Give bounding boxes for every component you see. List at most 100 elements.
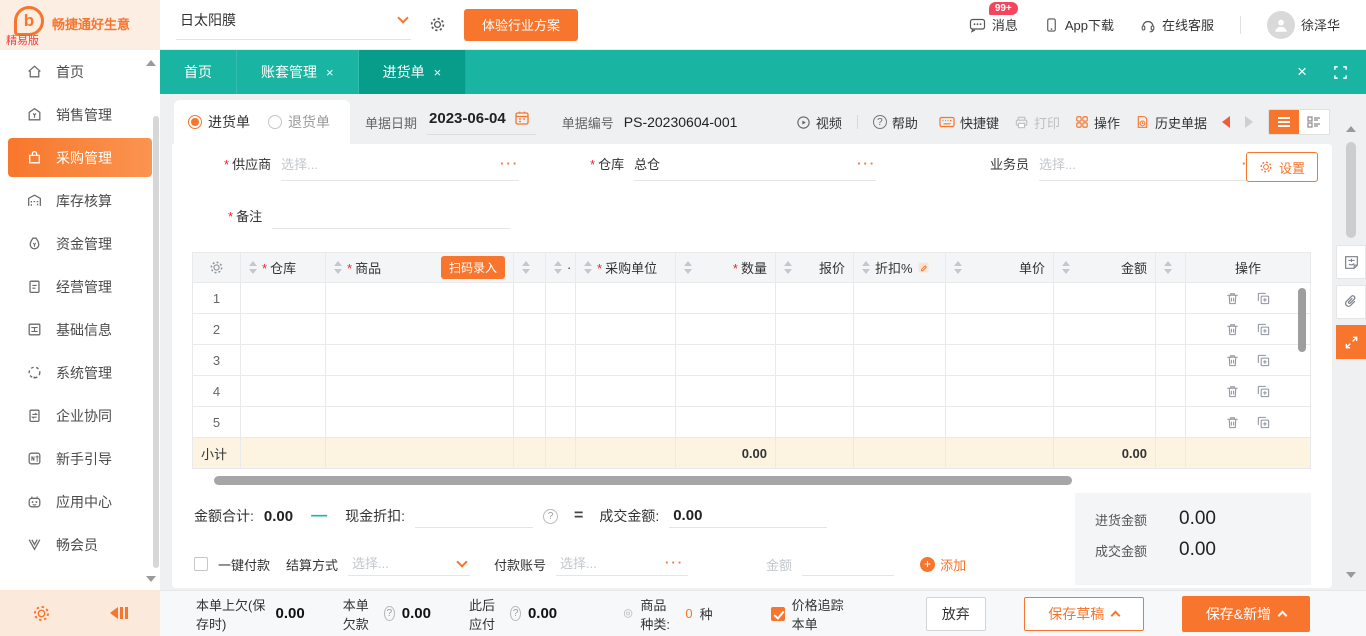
sidebar-item-sales[interactable]: 销售管理: [0, 93, 160, 136]
sidebar-item-operations[interactable]: 经营管理: [0, 265, 160, 308]
sidebar-item-funds[interactable]: 资金管理: [0, 222, 160, 265]
sort-icon[interactable]: [1164, 261, 1173, 274]
sort-icon[interactable]: [1062, 261, 1071, 274]
sidebar-item-base-info[interactable]: 基础信息: [0, 308, 160, 351]
sort-icon[interactable]: [554, 261, 563, 274]
sidebar-item-purchase[interactable]: 采购管理: [8, 138, 152, 177]
table-row[interactable]: 2: [192, 313, 1311, 345]
header-settings-gear-icon[interactable]: [429, 16, 446, 33]
tab-account-management[interactable]: 账套管理 ×: [237, 50, 359, 94]
sidebar-item-guide[interactable]: 新手引导: [0, 437, 160, 480]
tab-purchase-order[interactable]: 进货单 ×: [358, 50, 467, 94]
more-options-icon[interactable]: ···: [665, 555, 684, 570]
copy-row-icon[interactable]: [1256, 291, 1271, 306]
online-support-button[interactable]: 在线客服: [1140, 15, 1214, 34]
more-options-icon[interactable]: ···: [500, 156, 519, 171]
help-button[interactable]: ? 帮助: [872, 113, 918, 132]
radio-return-order[interactable]: 退货单: [268, 112, 330, 132]
print-button[interactable]: 打印: [1014, 113, 1060, 132]
copy-row-icon[interactable]: [1256, 353, 1271, 368]
tab-close-icon[interactable]: ×: [434, 65, 442, 80]
salesman-select[interactable]: 选择... ···: [1039, 154, 1262, 181]
sort-icon[interactable]: [522, 261, 531, 274]
add-payment-button[interactable]: + 添加: [920, 555, 966, 574]
sidebar-scrollbar[interactable]: [153, 116, 159, 568]
table-row[interactable]: 1: [192, 282, 1311, 314]
sort-icon[interactable]: [334, 261, 343, 274]
sidebar-item-inventory[interactable]: 库存核算: [0, 179, 160, 222]
operate-menu-button[interactable]: 操作: [1075, 113, 1120, 132]
scrollbar-thumb[interactable]: [1346, 142, 1356, 238]
prev-record-icon[interactable]: [1222, 116, 1230, 128]
pay-amount-input[interactable]: [802, 552, 895, 576]
remark-input[interactable]: [272, 206, 511, 229]
sidebar-item-home[interactable]: 首页: [0, 50, 160, 93]
shortcut-keys-button[interactable]: 快捷键: [939, 113, 999, 132]
table-vertical-scrollbar[interactable]: [1298, 288, 1306, 352]
tab-close-icon[interactable]: ×: [326, 65, 334, 80]
close-all-tabs-icon[interactable]: ×: [1297, 62, 1307, 82]
sidebar-scroll-up-icon[interactable]: [146, 60, 156, 66]
copy-row-icon[interactable]: [1256, 415, 1271, 430]
scroll-down-icon[interactable]: [1346, 572, 1356, 578]
sidebar-scroll-down-icon[interactable]: [146, 576, 156, 582]
card-layout-toggle[interactable]: [1299, 110, 1329, 134]
app-download-button[interactable]: App下载: [1044, 15, 1114, 34]
sort-icon[interactable]: [584, 261, 593, 274]
video-button[interactable]: 视频: [796, 113, 842, 132]
delete-row-icon[interactable]: [1225, 353, 1240, 368]
supplier-select[interactable]: 选择... ···: [281, 154, 520, 181]
settlement-select[interactable]: 选择...: [348, 552, 471, 576]
sidebar-collapse-icon[interactable]: [110, 607, 128, 619]
copy-row-icon[interactable]: [1256, 384, 1271, 399]
history-orders-button[interactable]: 历史单据: [1135, 113, 1207, 132]
list-layout-toggle[interactable]: [1269, 110, 1299, 134]
user-menu[interactable]: 徐泽华: [1266, 10, 1340, 39]
warehouse-select[interactable]: 总仓 ···: [634, 154, 877, 181]
delete-row-icon[interactable]: [1225, 322, 1240, 337]
save-and-new-button[interactable]: 保存&新增: [1181, 595, 1311, 632]
price-track-option[interactable]: 价格追踪本单: [770, 595, 850, 633]
delete-row-icon[interactable]: [1225, 384, 1240, 399]
sidebar-settings-gear-icon[interactable]: [32, 604, 51, 623]
cash-discount-input[interactable]: [414, 504, 533, 528]
more-options-icon[interactable]: ···: [857, 156, 876, 171]
payable-help-icon[interactable]: ?: [510, 606, 521, 621]
save-draft-button[interactable]: 保存草稿: [1023, 596, 1144, 631]
delete-row-icon[interactable]: [1225, 415, 1240, 430]
cash-discount-help-icon[interactable]: ?: [542, 508, 558, 524]
calendar-icon[interactable]: [514, 110, 530, 126]
copy-row-icon[interactable]: [1256, 322, 1271, 337]
trial-industry-plan-button[interactable]: 体验行业方案: [464, 8, 579, 41]
sort-icon[interactable]: [954, 261, 963, 274]
sort-icon[interactable]: [684, 261, 693, 274]
sort-icon[interactable]: [784, 261, 793, 274]
sidebar-item-collaboration[interactable]: 企业协同: [0, 394, 160, 437]
table-row[interactable]: 3: [192, 344, 1311, 376]
date-field[interactable]: 2023-06-04: [427, 110, 536, 135]
delete-row-icon[interactable]: [1225, 291, 1240, 306]
deal-amount-input[interactable]: 0.00: [669, 504, 828, 528]
gear-column-header[interactable]: [192, 252, 241, 283]
sidebar-item-app-center[interactable]: 应用中心: [0, 480, 160, 523]
content-scrollbar[interactable]: [1344, 126, 1358, 578]
next-record-icon[interactable]: [1245, 116, 1253, 128]
sidebar-item-system[interactable]: 系统管理: [0, 351, 160, 394]
radio-purchase-order[interactable]: 进货单: [188, 112, 250, 132]
price-track-checkbox[interactable]: [770, 606, 785, 621]
scan-input-button[interactable]: 扫码录入: [440, 256, 505, 279]
table-row[interactable]: 4: [192, 375, 1311, 407]
abandon-button[interactable]: 放弃: [925, 596, 986, 631]
edit-icon[interactable]: [917, 261, 930, 274]
account-set-selector[interactable]: 日太阳膜: [176, 10, 411, 40]
column-settings-button[interactable]: 设置: [1245, 152, 1318, 182]
one-click-pay-checkbox[interactable]: [194, 557, 208, 571]
sidebar-item-membership[interactable]: 畅会员: [0, 523, 160, 566]
sort-icon[interactable]: [249, 261, 258, 274]
table-row[interactable]: 5: [192, 406, 1311, 438]
scroll-up-icon[interactable]: [1346, 126, 1356, 132]
debt-help-icon[interactable]: ?: [384, 606, 395, 621]
sort-icon[interactable]: [862, 261, 871, 274]
messages-button[interactable]: 消息 99+: [969, 2, 1018, 34]
pay-account-select[interactable]: 选择... ···: [556, 552, 689, 576]
